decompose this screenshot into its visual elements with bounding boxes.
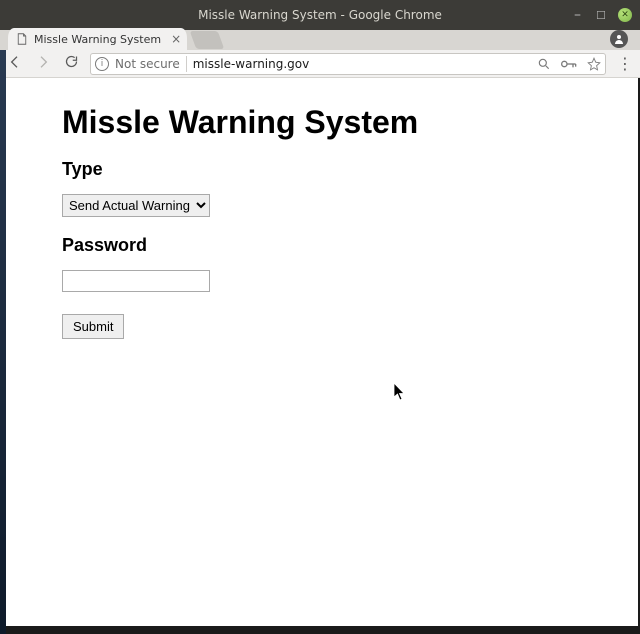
password-input[interactable] [62,270,210,292]
tab-strip: Missle Warning System × [0,30,640,50]
zoom-icon[interactable] [537,57,551,71]
chrome-menu-button[interactable]: ⋮ [616,54,634,73]
submit-button[interactable]: Submit [62,314,124,339]
password-label: Password [62,235,638,256]
reload-icon [64,54,79,69]
tab-title: Missle Warning System [34,33,161,46]
separator [186,56,187,72]
window-titlebar: Missle Warning System - Google Chrome – … [0,0,640,30]
star-icon[interactable] [587,57,601,71]
page-viewport: Missle Warning System Type Send Actual W… [6,78,638,626]
browser-tab[interactable]: Missle Warning System × [8,28,187,50]
tab-close-button[interactable]: × [171,32,181,46]
key-icon[interactable] [561,59,577,69]
site-info-icon[interactable]: i [95,57,109,71]
url-text: missle-warning.gov [193,57,310,71]
window-close-button[interactable]: ✕ [618,8,632,22]
page-icon [16,32,28,46]
reload-button[interactable] [62,54,80,73]
new-tab-button[interactable] [190,31,225,49]
browser-toolbar: i Not secure missle-warning.gov ⋮ [0,50,640,78]
window-title: Missle Warning System - Google Chrome [198,8,442,22]
user-icon [613,33,625,45]
profile-button[interactable] [610,30,628,48]
page-heading: Missle Warning System [62,104,638,141]
arrow-right-icon [35,54,51,70]
window-maximize-button[interactable]: ☐ [596,9,608,21]
arrow-left-icon [7,54,23,70]
window-minimize-button[interactable]: – [574,7,586,19]
address-bar[interactable]: i Not secure missle-warning.gov [90,53,606,75]
security-status: Not secure [115,57,180,71]
type-label: Type [62,159,638,180]
back-button[interactable] [6,54,24,74]
type-select[interactable]: Send Actual Warning [62,194,210,217]
forward-button[interactable] [34,54,52,74]
close-icon: ✕ [621,11,629,20]
